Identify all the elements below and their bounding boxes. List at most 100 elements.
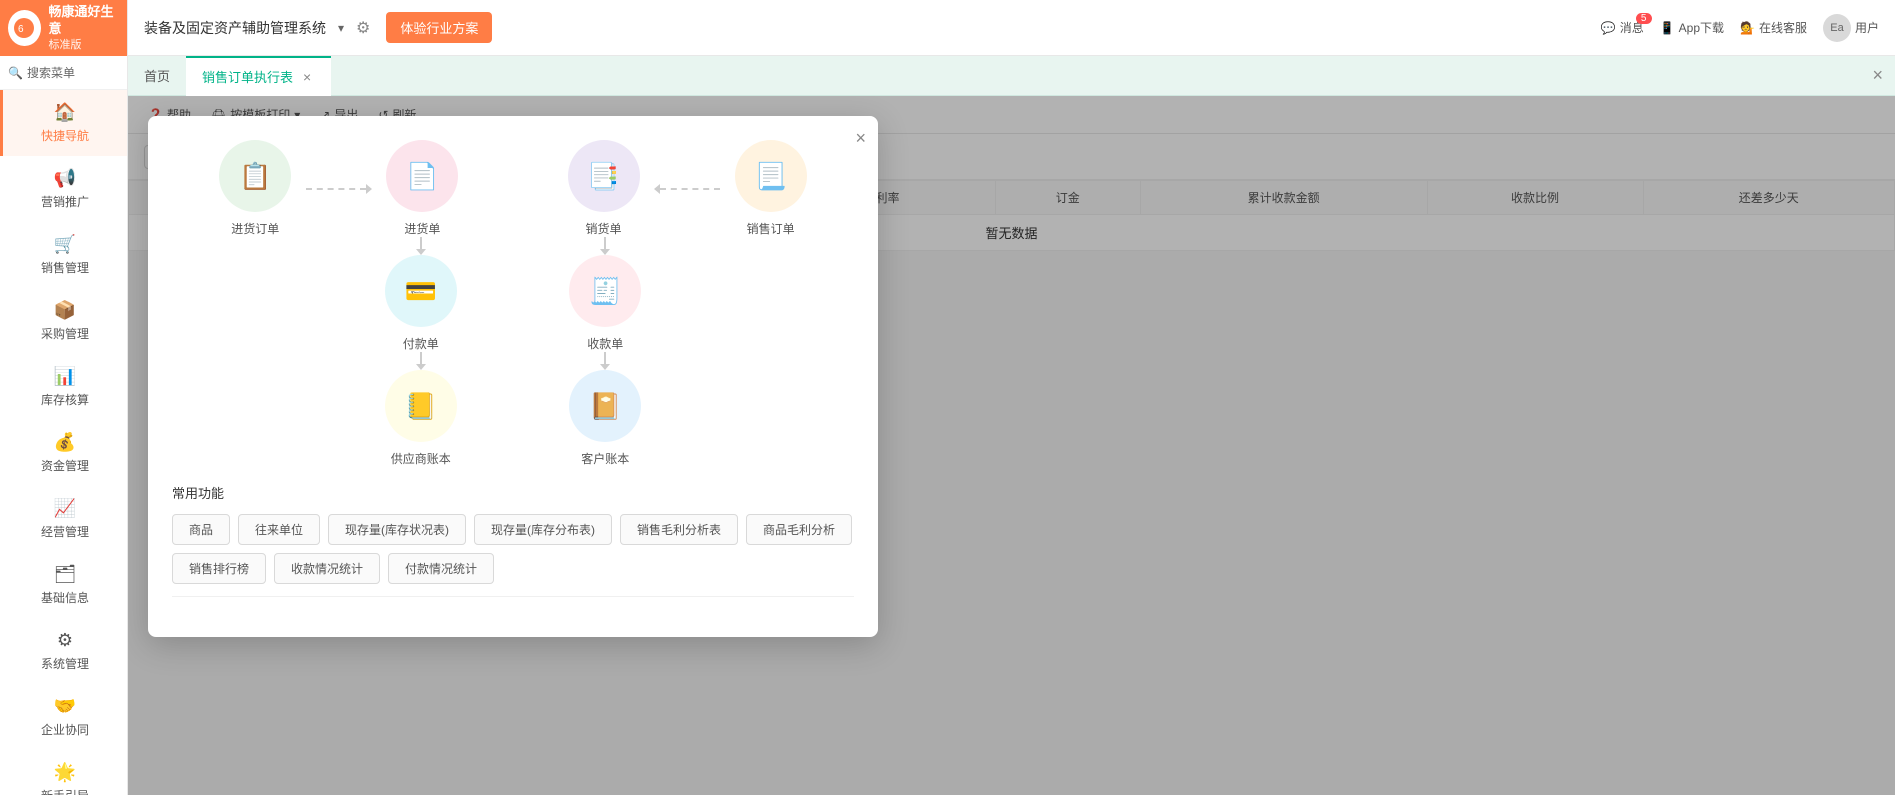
avatar: Ea [1823, 14, 1851, 42]
flow-item-customer-account[interactable]: 📔 客户账本 [569, 370, 641, 467]
common-functions-title: 常用功能 [172, 483, 854, 502]
message-item[interactable]: 💬 消息 5 [1601, 19, 1644, 36]
func-btn-sales-margin[interactable]: 销售毛利分析表 [620, 514, 738, 545]
func-buttons: 商品 往来单位 现存量(库存状况表) 现存量(库存分布表) 销售毛利分析表 商品… [172, 514, 854, 545]
enterprise-icon: 🤝 [54, 696, 76, 717]
customer-account-icon: 📔 [569, 370, 641, 442]
header-right: 💬 消息 5 📱 App下载 💁 在线客服 Ea 用户 [1601, 14, 1879, 42]
func-btn-stock-dist[interactable]: 现存量(库存分布表) [474, 514, 612, 545]
message-icon: 💬 [1601, 21, 1616, 35]
sales-order-icon: 📃 [735, 140, 807, 212]
down-arrow-sales [569, 237, 641, 255]
sidebar-item-enterprise[interactable]: 🤝 企业协同 [0, 684, 127, 750]
flow-row-2: 💳 付款单 🧾 收款单 [172, 255, 854, 352]
down-arrow-purchase [385, 237, 457, 255]
sales-bill-label: 销货单 [586, 220, 622, 237]
chevron-down-icon: ▾ [338, 21, 344, 35]
basic-icon: 🗂 [54, 564, 77, 585]
newbie-icon: 🌟 [54, 762, 76, 783]
flow-item-purchase-bill[interactable]: 📄 进货单 [386, 140, 458, 237]
marketing-icon: 📢 [54, 168, 76, 189]
flow-item-payment-bill[interactable]: 💳 付款单 [385, 255, 457, 352]
payment-bill-icon: 💳 [385, 255, 457, 327]
sales-order-label: 销售订单 [747, 220, 795, 237]
sidebar: 6 畅康通好生意 标准版 🔍 搜索菜单 🏠 快捷导航 📢 营销推广 🛒 销售管理 [0, 0, 128, 795]
purchase-icon: 📦 [54, 300, 76, 321]
func-btn-counterparty[interactable]: 往来单位 [238, 514, 320, 545]
modal-scroll-inner [172, 601, 852, 613]
sales-icon: 🛒 [54, 234, 76, 255]
search-icon: 🔍 [8, 66, 23, 80]
supplier-account-label: 供应商账本 [391, 450, 451, 467]
sidebar-item-finance[interactable]: 💰 资金管理 [0, 420, 127, 486]
logo: 6 畅康通好生意 标准版 [0, 0, 127, 56]
modal-scrollbar[interactable] [172, 596, 854, 613]
sidebar-item-basic[interactable]: 🗂 基础信息 [0, 552, 127, 618]
sidebar-item-system[interactable]: ⚙ 系统管理 [0, 618, 127, 684]
sidebar-nav: 🏠 快捷导航 📢 营销推广 🛒 销售管理 📦 采购管理 📊 库存核算 💰 [0, 90, 127, 795]
modal-overlay[interactable]: × 📋 进货订单 [128, 96, 1895, 795]
arrow-purchase-order-to-purchase-bill [306, 184, 372, 194]
supplier-account-icon: 📒 [385, 370, 457, 442]
trial-button[interactable]: 体验行业方案 [386, 12, 492, 43]
logo-icon: 6 [8, 10, 41, 46]
flow-item-sales-bill[interactable]: 📑 销货单 [568, 140, 640, 237]
home-icon: 🏠 [54, 102, 76, 123]
func-btn-stock-status[interactable]: 现存量(库存状况表) [328, 514, 466, 545]
modal: × 📋 进货订单 [148, 116, 878, 637]
flow-item-receipt-bill[interactable]: 🧾 收款单 [569, 255, 641, 352]
func-btn-product-margin[interactable]: 商品毛利分析 [746, 514, 852, 545]
tab-bar: 首页 销售订单执行表 × × [128, 56, 1895, 96]
customer-account-label: 客户账本 [581, 450, 629, 467]
sidebar-item-newbie[interactable]: 🌟 新手引导 [0, 750, 127, 795]
settings-icon[interactable]: ⚙ [356, 18, 370, 38]
system-title: 装备及固定资产辅助管理系统 [144, 18, 326, 38]
sidebar-item-quick-nav[interactable]: 🏠 快捷导航 [0, 90, 127, 156]
sidebar-item-purchase[interactable]: 📦 采购管理 [0, 288, 127, 354]
tab-home[interactable]: 首页 [128, 56, 186, 96]
message-badge: 5 [1636, 13, 1652, 24]
down-arrow-payment [385, 352, 457, 370]
finance-icon: 💰 [54, 432, 76, 453]
main: 装备及固定资产辅助管理系统 ▾ ⚙ 体验行业方案 💬 消息 5 📱 App下载 … [128, 0, 1895, 795]
sidebar-item-operation[interactable]: 📈 经营管理 [0, 486, 127, 552]
flow-item-supplier-account[interactable]: 📒 供应商账本 [385, 370, 457, 467]
payment-bill-label: 付款单 [403, 335, 439, 352]
func-btn-receipt-stats[interactable]: 收款情况统计 [274, 553, 380, 584]
common-functions: 常用功能 商品 往来单位 现存量(库存状况表) 现存量(库存分布表) 销售毛利分… [172, 483, 854, 584]
app-download-item[interactable]: 📱 App下载 [1660, 19, 1724, 36]
purchase-bill-icon: 📄 [386, 140, 458, 212]
modal-close-button[interactable]: × [855, 128, 866, 149]
window-close-button[interactable]: × [1872, 65, 1883, 86]
online-service-item[interactable]: 💁 在线客服 [1740, 19, 1807, 36]
flow-row-1: 📋 进货订单 📄 进货单 [172, 140, 854, 237]
tab-sales-order[interactable]: 销售订单执行表 × [186, 56, 331, 96]
user-item[interactable]: Ea 用户 [1823, 14, 1879, 42]
sidebar-item-sales[interactable]: 🛒 销售管理 [0, 222, 127, 288]
flow-item-purchase-order[interactable]: 📋 进货订单 [219, 140, 291, 237]
download-icon: 📱 [1660, 21, 1675, 35]
sidebar-item-inventory[interactable]: 📊 库存核算 [0, 354, 127, 420]
service-icon: 💁 [1740, 21, 1755, 35]
purchase-order-icon: 📋 [219, 140, 291, 212]
top-header: 装备及固定资产辅助管理系统 ▾ ⚙ 体验行业方案 💬 消息 5 📱 App下载 … [128, 0, 1895, 56]
down-arrow-receipt [569, 352, 641, 370]
func-btn-sales-ranking[interactable]: 销售排行榜 [172, 553, 266, 584]
flow-arrows-down-2 [172, 352, 854, 370]
tab-close-button[interactable]: × [299, 69, 315, 85]
search-menu[interactable]: 🔍 搜索菜单 [0, 56, 127, 90]
sales-bill-icon: 📑 [568, 140, 640, 212]
receipt-bill-icon: 🧾 [569, 255, 641, 327]
svg-text:6: 6 [18, 24, 24, 35]
purchase-bill-label: 进货单 [404, 220, 440, 237]
receipt-bill-label: 收款单 [587, 335, 623, 352]
flow-item-sales-order[interactable]: 📃 销售订单 [735, 140, 807, 237]
sidebar-item-marketing[interactable]: 📢 营销推广 [0, 156, 127, 222]
func-btn-payment-stats[interactable]: 付款情况统计 [388, 553, 494, 584]
purchase-order-label: 进货订单 [231, 220, 279, 237]
func-btn-product[interactable]: 商品 [172, 514, 230, 545]
flow-diagram: 📋 进货订单 📄 进货单 [172, 140, 854, 467]
system-dropdown[interactable]: ▾ [338, 21, 344, 35]
logo-text: 畅康通好生意 标准版 [49, 4, 119, 52]
inventory-icon: 📊 [54, 366, 76, 387]
